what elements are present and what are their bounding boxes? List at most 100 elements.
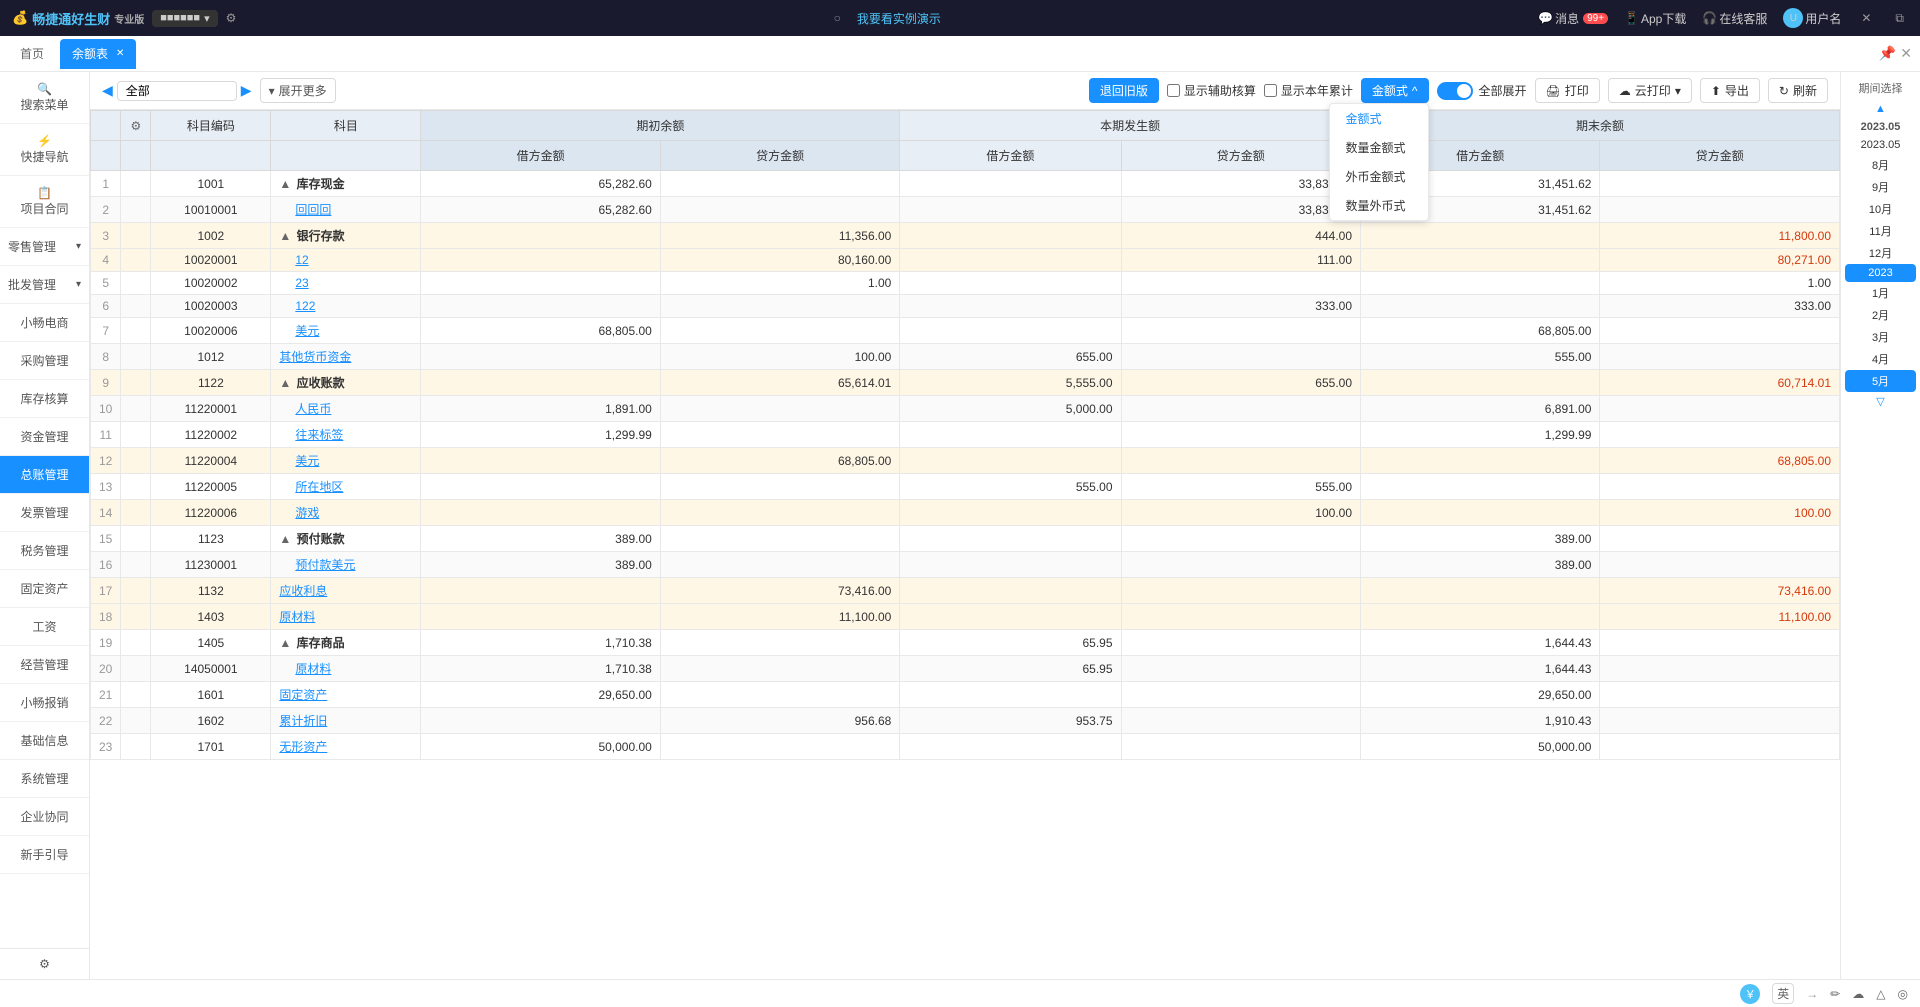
user-menu[interactable]: U 用户名	[1783, 8, 1841, 28]
period-apr[interactable]: 4月	[1845, 348, 1916, 370]
cell-name[interactable]: 应收利息	[271, 578, 421, 604]
cell-name[interactable]: 往来标签	[271, 422, 421, 448]
show-annual-label[interactable]: 显示本年累计	[1264, 82, 1353, 99]
dropdown-item-foreign-amount[interactable]: 外币金额式	[1330, 162, 1428, 191]
back-old-version-btn[interactable]: 退回旧版	[1089, 78, 1159, 103]
cell-name[interactable]: ▲ 银行存款	[271, 223, 421, 249]
status-icon1[interactable]: △	[1876, 987, 1885, 1001]
sidebar-item-collab[interactable]: 企业协同	[0, 798, 89, 836]
cell-name[interactable]: 无形资产	[271, 734, 421, 760]
tab-close-all-icon[interactable]: ✕	[1900, 45, 1912, 62]
tab-home[interactable]: 首页	[8, 39, 56, 69]
cell-name[interactable]: 预付款美元	[271, 552, 421, 578]
sidebar-item-ledger[interactable]: 总账管理	[0, 456, 89, 494]
period-oct[interactable]: 10月	[1845, 198, 1916, 220]
cell-name[interactable]: 美元	[271, 448, 421, 474]
cloud-sync-icon[interactable]: ☁	[1852, 987, 1864, 1001]
sidebar-item-ecom[interactable]: 小畅电商	[0, 304, 89, 342]
sidebar-item-capital[interactable]: 资金管理	[0, 418, 89, 456]
sidebar-item-inventory[interactable]: 库存核算	[0, 380, 89, 418]
sidebar-item-payroll[interactable]: 工资	[0, 608, 89, 646]
show-auxiliary-label[interactable]: 显示辅助核算	[1167, 82, 1256, 99]
message-btn[interactable]: 💬 消息 99+	[1538, 10, 1608, 27]
period-collapse-btn[interactable]: ▲	[1845, 100, 1916, 118]
window-close-btn[interactable]: ✕	[1857, 11, 1875, 25]
show-auxiliary-checkbox[interactable]	[1167, 84, 1180, 97]
cell-name[interactable]: 回回回	[271, 197, 421, 223]
window-maximize-btn[interactable]: ⧉	[1891, 11, 1908, 26]
dropdown-item-qty-amount[interactable]: 数量金额式	[1330, 133, 1428, 162]
period-expand-btn[interactable]: ▽	[1845, 392, 1916, 411]
cell-name[interactable]: 23	[271, 272, 421, 295]
sidebar-item-basic[interactable]: 基础信息	[0, 722, 89, 760]
search-forward-icon[interactable]: ▶	[241, 82, 252, 99]
period-feb[interactable]: 2月	[1845, 304, 1916, 326]
cell-name[interactable]: 游戏	[271, 500, 421, 526]
window-selector[interactable]: ■■■■■■ ▾	[152, 10, 217, 27]
cell-name[interactable]: ▲ 库存现金	[271, 171, 421, 197]
cell-name[interactable]: 人民币	[271, 396, 421, 422]
export-btn[interactable]: ⬆ 导出	[1700, 78, 1760, 103]
dropdown-item-amount[interactable]: 金额式	[1330, 104, 1428, 133]
expand-all-toggle-btn[interactable]	[1437, 82, 1473, 100]
sidebar-item-tax[interactable]: 税务管理	[0, 532, 89, 570]
search-input[interactable]	[126, 84, 206, 98]
currency-btn[interactable]: ￥	[1740, 984, 1760, 1004]
cell-name[interactable]: ▲ 库存商品	[271, 630, 421, 656]
search-back-icon[interactable]: ◀	[102, 82, 113, 99]
period-sep[interactable]: 9月	[1845, 176, 1916, 198]
sidebar-item-search[interactable]: 🔍 搜索菜单	[0, 72, 89, 124]
cell-name[interactable]: 原材料	[271, 604, 421, 630]
period-may[interactable]: 5月	[1845, 370, 1916, 392]
show-annual-checkbox[interactable]	[1264, 84, 1277, 97]
status-icon2[interactable]: ◎	[1898, 987, 1908, 1001]
cell-name[interactable]: 原材料	[271, 656, 421, 682]
cell-name[interactable]: 所在地区	[271, 474, 421, 500]
dropdown-item-qty-foreign[interactable]: 数量外币式	[1330, 191, 1428, 220]
sidebar-item-wholesale[interactable]: 批发管理 ▾	[0, 266, 89, 304]
expand-more-btn[interactable]: ▾ 展开更多	[260, 78, 336, 103]
period-mar[interactable]: 3月	[1845, 326, 1916, 348]
sidebar-item-system[interactable]: 系统管理	[0, 760, 89, 798]
th-settings[interactable]: ⚙	[121, 111, 151, 141]
cell-name[interactable]: 其他货币资金	[271, 344, 421, 370]
sidebar-item-expense[interactable]: 小畅报销	[0, 684, 89, 722]
period-2023-05-start[interactable]: 2023.05	[1845, 118, 1916, 136]
period-jan[interactable]: 1月	[1845, 282, 1916, 304]
print-btn[interactable]: 🖨 打印	[1535, 78, 1600, 103]
sidebar-item-guide[interactable]: 新手引导	[0, 836, 89, 874]
cell-name[interactable]: 累计折旧	[271, 708, 421, 734]
cloud-print-btn[interactable]: ☁ 云打印 ▾	[1608, 78, 1692, 103]
cell-name[interactable]: ▲ 应收账款	[271, 370, 421, 396]
cell-name[interactable]: 固定资产	[271, 682, 421, 708]
tab-pin-icon[interactable]: 📌	[1879, 45, 1896, 62]
tab-balance[interactable]: 余额表 ✕	[60, 39, 136, 69]
period-dec[interactable]: 12月	[1845, 242, 1916, 264]
period-2023-05[interactable]: 2023.05	[1845, 136, 1916, 154]
sidebar-settings-btn[interactable]: ⚙	[0, 948, 89, 979]
settings-icon[interactable]: ⚙	[226, 11, 237, 25]
refresh-btn[interactable]: ↻ 刷新	[1768, 78, 1828, 103]
demo-link[interactable]: 我要看实例演示	[857, 10, 941, 27]
sidebar-item-retail[interactable]: 零售管理 ▾	[0, 228, 89, 266]
app-download-btn[interactable]: 📱 App下载	[1624, 10, 1686, 27]
lang-btn[interactable]: 英	[1772, 983, 1794, 1004]
sidebar-item-invoice[interactable]: 发票管理	[0, 494, 89, 532]
tab-close-icon[interactable]: ✕	[116, 48, 124, 59]
cell-name[interactable]: 122	[271, 295, 421, 318]
sidebar-item-purchase[interactable]: 采购管理	[0, 342, 89, 380]
cell-name[interactable]: 12	[271, 249, 421, 272]
edit-icon[interactable]: ✏	[1830, 987, 1840, 1001]
amount-mode-btn[interactable]: 金额式 ^	[1361, 78, 1429, 103]
cell-name[interactable]: 美元	[271, 318, 421, 344]
online-service-btn[interactable]: 🎧 在线客服	[1702, 10, 1767, 27]
cell-name[interactable]: ▲ 预付账款	[271, 526, 421, 552]
period-nov[interactable]: 11月	[1845, 220, 1916, 242]
sidebar-item-assets[interactable]: 固定资产	[0, 570, 89, 608]
table-settings-icon[interactable]: ⚙	[130, 119, 141, 133]
sidebar-item-nav[interactable]: ⚡ 快捷导航	[0, 124, 89, 176]
period-2023-label[interactable]: 2023	[1845, 264, 1916, 282]
sidebar-item-project[interactable]: 📋 项目合同	[0, 176, 89, 228]
sidebar-item-operations[interactable]: 经营管理	[0, 646, 89, 684]
period-aug[interactable]: 8月	[1845, 154, 1916, 176]
